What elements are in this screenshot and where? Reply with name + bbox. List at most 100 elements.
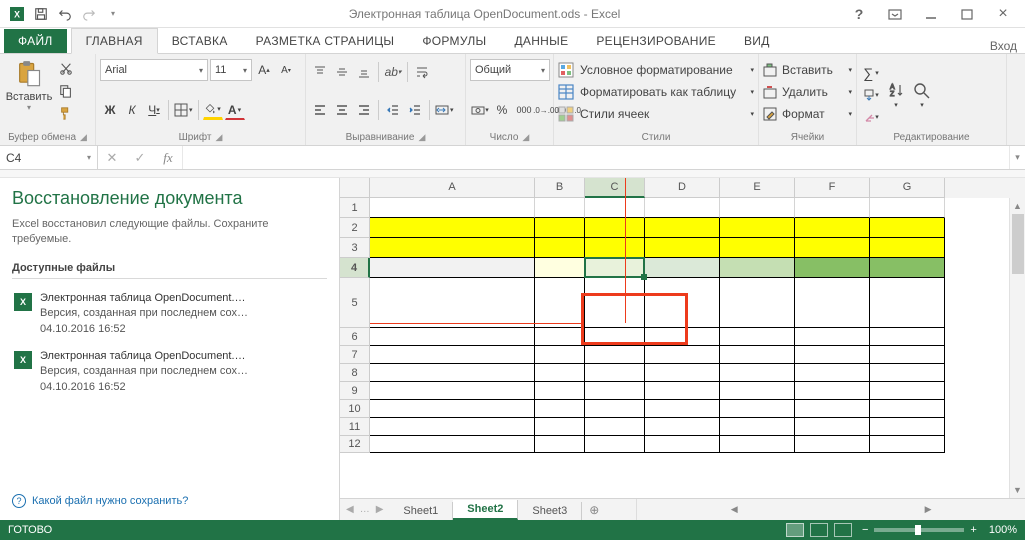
cell[interactable] [535,198,585,218]
align-bottom-icon[interactable] [354,62,374,82]
cell[interactable] [535,238,585,258]
cell[interactable] [370,400,535,418]
increase-font-icon[interactable]: A▴ [254,60,274,80]
cell[interactable] [870,238,945,258]
row-header[interactable]: 1 [340,198,370,218]
cell[interactable] [370,218,535,238]
clear-icon[interactable]: ▾ [861,107,881,127]
cell[interactable] [720,278,795,328]
cell[interactable] [535,418,585,436]
font-family-select[interactable]: Arial▾ [100,59,208,81]
align-top-icon[interactable] [310,62,330,82]
cell[interactable] [720,346,795,364]
cell[interactable] [585,346,645,364]
cell[interactable] [585,436,645,453]
cell[interactable] [870,346,945,364]
cancel-formula-icon[interactable]: ✕ [98,150,126,166]
cell[interactable] [720,198,795,218]
redo-icon[interactable] [78,3,100,25]
tab-file[interactable]: ФАЙЛ [4,29,67,53]
cell[interactable] [795,238,870,258]
bold-button[interactable]: Ж [100,100,120,120]
number-format-select[interactable]: Общий▾ [470,59,550,81]
cell[interactable] [870,364,945,382]
normal-view-icon[interactable] [786,523,804,537]
cell[interactable] [870,258,945,278]
select-all-corner[interactable] [340,178,370,198]
tab-review[interactable]: РЕЦЕНЗИРОВАНИЕ [582,29,730,53]
cell[interactable] [645,238,720,258]
fx-icon[interactable]: fx [154,150,182,166]
cell[interactable] [585,328,645,346]
cell[interactable] [585,238,645,258]
fill-icon[interactable]: ▾ [861,85,881,105]
cell[interactable] [370,436,535,453]
save-icon[interactable] [30,3,52,25]
horizontal-scrollbar[interactable]: ◀ ▶ [636,499,1025,520]
align-center-icon[interactable] [332,100,352,120]
cell[interactable] [645,346,720,364]
cell[interactable] [795,418,870,436]
row-header[interactable]: 7 [340,346,370,364]
cell-styles-button[interactable]: Стили ячеек▾ [558,103,754,125]
paste-button[interactable]: Вставить ▾ [4,57,54,114]
fill-color-icon[interactable]: ▾ [203,100,223,120]
cell[interactable] [535,436,585,453]
cell[interactable] [720,400,795,418]
minimize-icon[interactable] [917,3,945,25]
cut-icon[interactable] [56,59,76,79]
tab-formulas[interactable]: ФОРМУЛЫ [408,29,500,53]
row-header[interactable]: 9 [340,382,370,400]
row-header[interactable]: 12 [340,436,370,453]
row-header[interactable]: 3 [340,238,370,258]
sheet-nav-prev-icon[interactable]: … [360,504,370,515]
cell[interactable] [585,278,645,328]
recovery-file-item[interactable]: X Электронная таблица OpenDocument.… Вер… [12,285,327,343]
cell[interactable] [870,400,945,418]
tab-home[interactable]: ГЛАВНАЯ [71,28,158,54]
name-box[interactable]: C4▾ [0,146,98,169]
formula-input[interactable] [183,146,1009,169]
cell[interactable] [585,418,645,436]
cell[interactable] [370,418,535,436]
cell[interactable] [720,418,795,436]
maximize-icon[interactable] [953,3,981,25]
italic-button[interactable]: К [122,100,142,120]
cell[interactable] [720,258,795,278]
sheet-tab[interactable]: Sheet1 [389,502,453,520]
cell[interactable] [370,258,535,278]
close-icon[interactable]: × [989,3,1017,25]
cell[interactable] [370,328,535,346]
wrap-text-icon[interactable] [412,62,432,82]
cell[interactable] [645,382,720,400]
font-size-select[interactable]: 11▾ [210,59,252,81]
page-break-view-icon[interactable] [834,523,852,537]
border-icon[interactable]: ▾ [173,100,194,120]
row-header[interactable]: 11 [340,418,370,436]
format-painter-icon[interactable] [56,103,76,123]
comma-icon[interactable]: 000 [514,100,534,120]
cell[interactable] [795,400,870,418]
cell[interactable] [870,418,945,436]
cell[interactable] [585,258,645,278]
cell[interactable] [870,436,945,453]
cell[interactable] [535,328,585,346]
font-color-icon[interactable]: А▾ [225,100,245,120]
launcher-icon[interactable]: ◢ [80,132,87,143]
cell[interactable] [795,382,870,400]
cell[interactable] [535,400,585,418]
column-header[interactable]: F [795,178,870,198]
cell[interactable] [535,382,585,400]
cell[interactable] [585,198,645,218]
align-right-icon[interactable] [354,100,374,120]
cell[interactable] [645,198,720,218]
ribbon-options-icon[interactable] [881,3,909,25]
insert-cells-button[interactable]: Вставить▾ [763,59,852,81]
align-left-icon[interactable] [310,100,330,120]
cell[interactable] [585,218,645,238]
sheet-tab[interactable]: Sheet2 [453,500,518,520]
cell[interactable] [535,346,585,364]
launcher-icon[interactable]: ◢ [522,132,529,143]
cells-area[interactable] [370,198,945,498]
copy-icon[interactable] [56,81,76,101]
